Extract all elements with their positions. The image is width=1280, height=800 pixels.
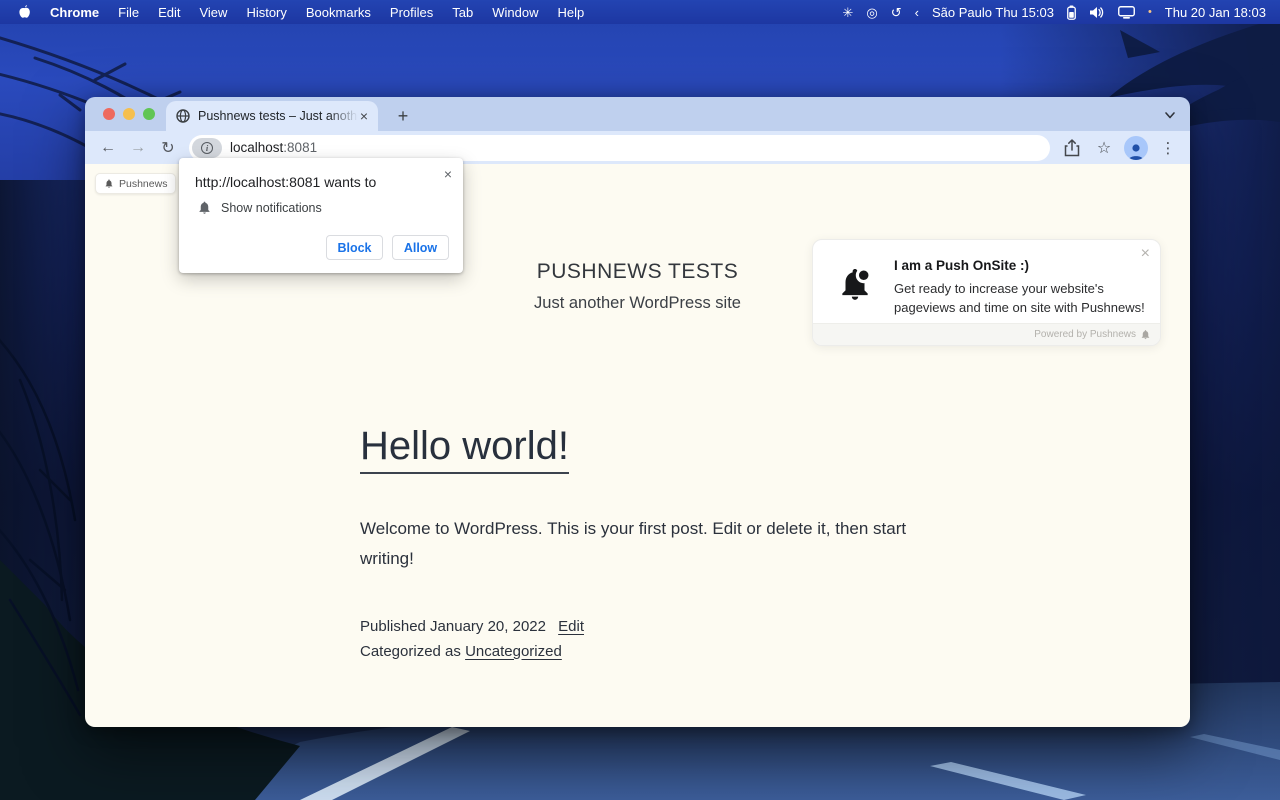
prompt-footer: Powered by Pushnews <box>813 323 1160 345</box>
prompt-body: Get ready to increase your website's pag… <box>894 281 1145 315</box>
categorized-text: Categorized as <box>360 642 461 660</box>
pushnews-badge-button[interactable]: Pushnews <box>95 173 177 194</box>
category-row: Categorized as Uncategorized <box>360 640 920 665</box>
tab-search-chevron-icon[interactable] <box>1164 108 1176 126</box>
share-icon[interactable] <box>1060 136 1084 160</box>
tab-title: Pushnews tests – Just another <box>198 109 358 123</box>
published-row: Published January 20, 2022 Edit <box>360 615 920 640</box>
post-body: Welcome to WordPress. This is your first… <box>360 519 907 568</box>
permission-row: Show notifications <box>197 200 322 215</box>
powered-by-label[interactable]: Powered by Pushnews <box>1034 329 1136 340</box>
collapse-chevron-icon[interactable]: ‹ <box>915 6 919 19</box>
volume-icon[interactable] <box>1089 6 1105 19</box>
world-clock[interactable]: São Paulo Thu 15:03 <box>932 5 1054 20</box>
url-text[interactable]: localhost:8081 <box>230 140 317 155</box>
menu-item-view[interactable]: View <box>199 5 227 20</box>
menu-item-chrome[interactable]: Chrome <box>50 5 99 20</box>
prompt-title: I am a Push OnSite :) <box>894 258 1030 273</box>
menu-item-profiles[interactable]: Profiles <box>390 5 433 20</box>
notification-permission-dialog: × http://localhost:8081 wants to Show no… <box>179 158 463 273</box>
bell-icon <box>105 179 113 188</box>
battery-icon[interactable] <box>1067 5 1076 20</box>
flower-status-icon[interactable]: ✳ <box>843 6 854 19</box>
reload-icon[interactable]: ↻ <box>155 135 181 161</box>
menu-item-file[interactable]: File <box>118 5 139 20</box>
powered-bell-icon <box>1141 330 1150 340</box>
info-icon: i <box>201 141 213 154</box>
block-button[interactable]: Block <box>326 235 383 260</box>
permission-label: Show notifications <box>221 200 322 215</box>
push-onsite-prompt: × I am a Push OnSite :) Get ready to inc… <box>812 239 1161 346</box>
time-machine-icon[interactable]: ↺ <box>891 6 902 19</box>
close-window-button[interactable] <box>103 108 115 120</box>
macos-menu-bar: Chrome File Edit View History Bookmarks … <box>0 0 1280 24</box>
globe-favicon-icon <box>176 109 190 123</box>
post-meta: Published January 20, 2022 Edit Categori… <box>360 615 920 664</box>
push-bell-icon <box>836 265 874 308</box>
browser-tab[interactable]: Pushnews tests – Just another × <box>166 101 378 131</box>
new-tab-button[interactable]: + <box>391 104 415 128</box>
forward-icon[interactable]: → <box>125 135 151 161</box>
recording-dot-icon: • <box>1147 6 1152 18</box>
allow-button[interactable]: Allow <box>392 235 449 260</box>
menu-item-edit[interactable]: Edit <box>158 5 180 20</box>
pushnews-badge-label: Pushnews <box>119 177 168 190</box>
dialog-close-icon[interactable]: × <box>444 166 452 182</box>
menu-item-help[interactable]: Help <box>558 5 585 20</box>
menu-bar-clock[interactable]: Thu 20 Jan 18:03 <box>1165 5 1266 20</box>
menu-item-history[interactable]: History <box>246 5 286 20</box>
edit-link[interactable]: Edit <box>558 618 584 635</box>
tab-strip: Pushnews tests – Just another × + <box>85 97 1190 131</box>
menu-item-window[interactable]: Window <box>492 5 538 20</box>
profile-avatar[interactable] <box>1124 135 1148 160</box>
dialog-title: http://localhost:8081 wants to <box>195 174 377 190</box>
record-status-icon[interactable]: ◎ <box>866 6 877 19</box>
minimize-window-button[interactable] <box>123 108 135 120</box>
published-text: Published January 20, 2022 <box>360 618 546 635</box>
menu-item-tab[interactable]: Tab <box>452 5 473 20</box>
chrome-menu-icon[interactable]: ⋮ <box>1156 136 1180 160</box>
tab-close-icon[interactable]: × <box>358 108 370 124</box>
apple-logo-icon[interactable] <box>18 4 31 20</box>
post-title-link[interactable]: Hello world! <box>360 424 920 474</box>
address-bar[interactable]: i localhost:8081 <box>189 134 1050 161</box>
window-controls <box>103 108 155 120</box>
bookmark-star-icon[interactable]: ☆ <box>1092 136 1116 160</box>
category-link[interactable]: Uncategorized <box>465 643 562 660</box>
zoom-window-button[interactable] <box>143 108 155 120</box>
site-info-chip[interactable]: i <box>192 137 222 158</box>
display-mirroring-icon[interactable] <box>1117 5 1135 19</box>
notification-bell-icon <box>199 201 210 214</box>
back-icon[interactable]: ← <box>95 135 121 161</box>
post-article: Hello world! Welcome to WordPress. This … <box>360 424 920 664</box>
menu-item-bookmarks[interactable]: Bookmarks <box>306 5 371 20</box>
